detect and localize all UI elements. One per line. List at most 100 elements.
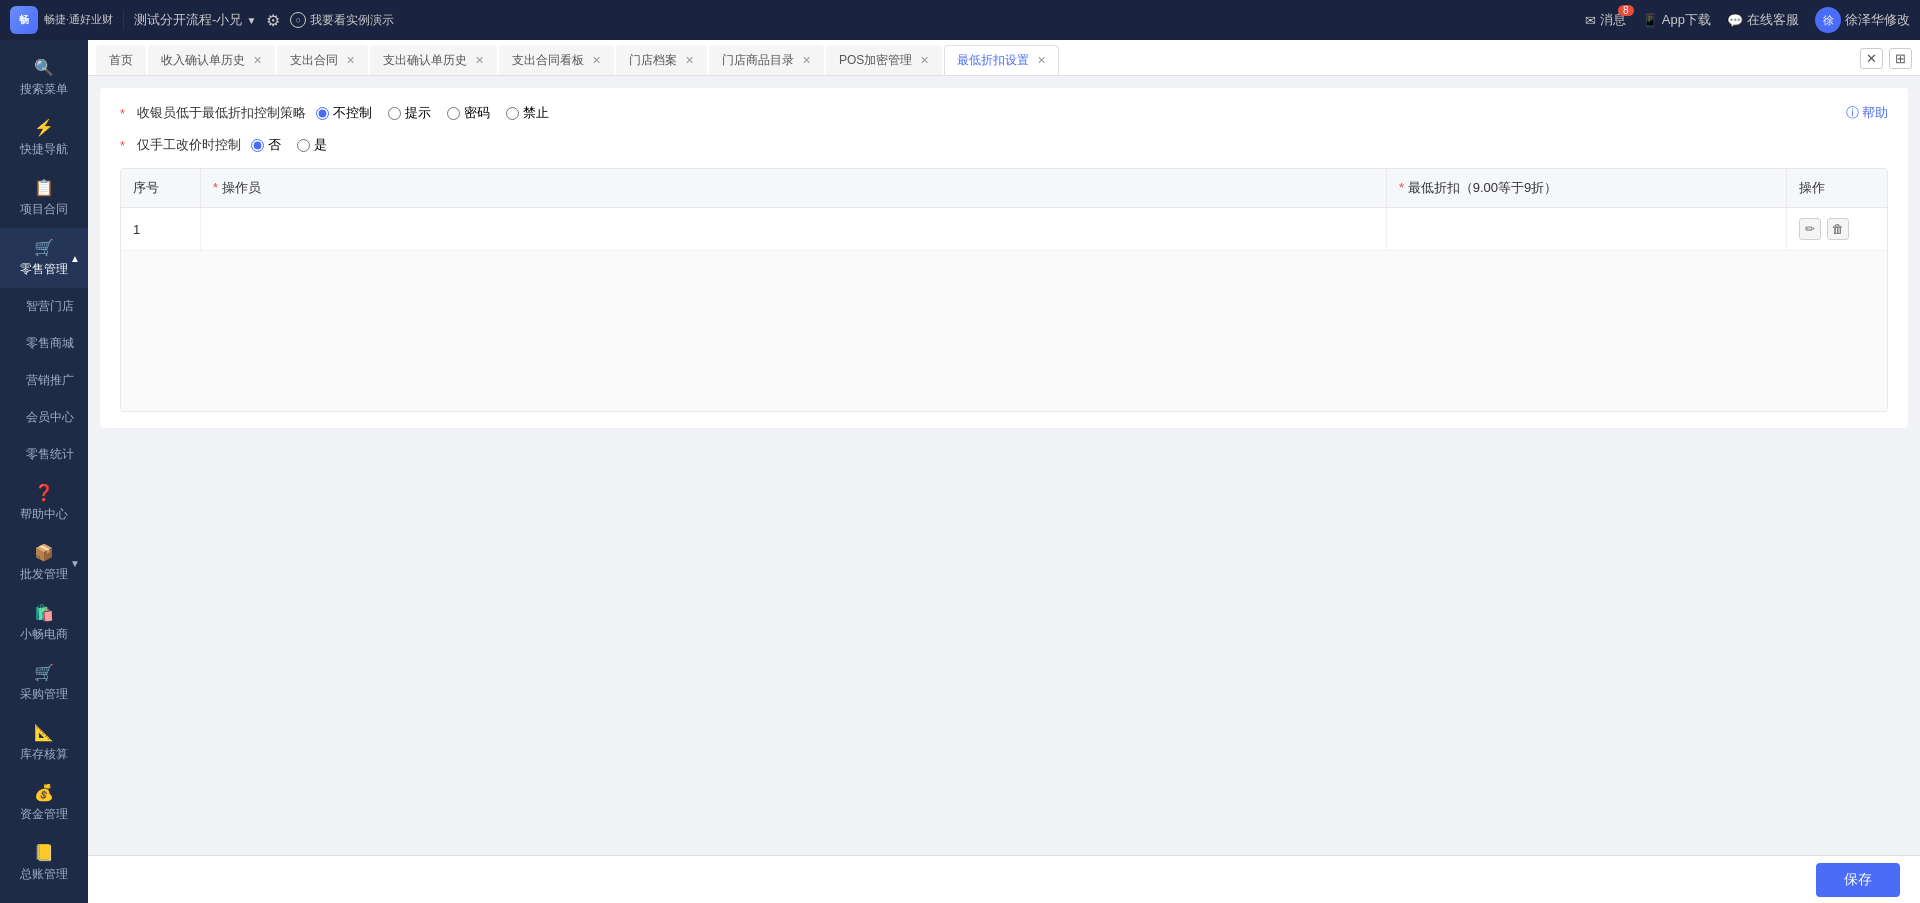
th-operator: * 操作员: [201, 169, 1387, 207]
online-service-label: 在线客服: [1747, 11, 1799, 29]
tabbar: 首页 收入确认单历史 ✕ 支出合同 ✕ 支出确认单历史 ✕ 支出合同看板 ✕: [88, 40, 1920, 76]
demo-button[interactable]: ○ 我要看实例演示: [290, 12, 394, 29]
tab-home[interactable]: 首页: [96, 45, 146, 75]
radio-no-control[interactable]: 不控制: [316, 104, 372, 122]
th-min-discount: * 最低折扣（9.00等于9折）: [1387, 169, 1787, 207]
chevron-down-icon: ▼: [246, 15, 256, 26]
sidebar-label-project-contract: 项目合同: [20, 201, 68, 218]
settings-icon[interactable]: ⚙: [266, 11, 280, 30]
sidebar-item-retail-stats[interactable]: 零售统计: [0, 436, 88, 473]
wholesale-icon: 📦: [34, 543, 54, 562]
tab-pos-password[interactable]: POS加密管理 ✕: [826, 45, 942, 75]
radio-forbid[interactable]: 禁止: [506, 104, 549, 122]
sidebar-label-marketing: 营销推广: [26, 372, 74, 389]
tab-actions: ✕ ⊞: [1860, 48, 1912, 75]
tab-store-products-close[interactable]: ✕: [802, 54, 811, 67]
chevron-down-icon: ▼: [70, 558, 80, 569]
sidebar-label-ecommerce: 小畅电商: [20, 626, 68, 643]
message-button[interactable]: ✉ 消息 8: [1585, 11, 1626, 29]
tab-min-discount[interactable]: 最低折扣设置 ✕: [944, 45, 1059, 75]
sidebar-item-smart-store[interactable]: 智营门店: [0, 288, 88, 325]
help-link[interactable]: ⓘ 帮助: [1846, 104, 1888, 122]
tab-income-history[interactable]: 收入确认单历史 ✕: [148, 45, 275, 75]
tab-close-button[interactable]: ✕: [1860, 48, 1883, 69]
td-actions-1: ✏ 🗑: [1787, 208, 1887, 250]
app-logo: 畅 畅捷·通好业财: [10, 6, 113, 34]
radio-remind-input[interactable]: [388, 107, 401, 120]
sidebar-label-shortcut: 快捷导航: [20, 141, 68, 158]
radio-manual-no-label: 否: [268, 136, 281, 154]
demo-label: 我要看实例演示: [310, 12, 394, 29]
app-download-label: App下载: [1662, 11, 1711, 29]
ledger-icon: 📒: [34, 843, 54, 862]
radio-no-control-input[interactable]: [316, 107, 329, 120]
sidebar-item-help[interactable]: ❓ 帮助中心: [0, 473, 88, 533]
sidebar-item-project-contract[interactable]: 📋 项目合同: [0, 168, 88, 228]
tab-min-discount-label: 最低折扣设置: [957, 52, 1029, 69]
tab-more-button[interactable]: ⊞: [1889, 48, 1912, 69]
radio-manual-no[interactable]: 否: [251, 136, 281, 154]
tab-home-label: 首页: [109, 52, 133, 69]
save-button[interactable]: 保存: [1816, 863, 1900, 897]
required-star-2: *: [120, 138, 125, 153]
radio-manual-yes[interactable]: 是: [297, 136, 327, 154]
sidebar-item-capital[interactable]: 💰 资金管理: [0, 773, 88, 833]
tab-payment-board-label: 支出合同看板: [512, 52, 584, 69]
radio-manual-yes-input[interactable]: [297, 139, 310, 152]
shortcut-icon: ⚡: [34, 118, 54, 137]
sidebar-item-inventory[interactable]: 📐 库存核算: [0, 713, 88, 773]
tab-payment-contract[interactable]: 支出合同 ✕: [277, 45, 368, 75]
sidebar-item-invoice[interactable]: 🧾 发票管理: [0, 893, 88, 903]
topbar-right: ✉ 消息 8 📱 App下载 💬 在线客服 徐 徐泽华修改: [1585, 7, 1910, 33]
radio-manual-no-input[interactable]: [251, 139, 264, 152]
tab-store-files[interactable]: 门店档案 ✕: [616, 45, 707, 75]
sidebar-item-search[interactable]: 🔍 搜索菜单: [0, 48, 88, 108]
app-download-button[interactable]: 📱 App下载: [1642, 11, 1711, 29]
sidebar-item-purchase[interactable]: 🛒 采购管理: [0, 653, 88, 713]
sidebar: 🔍 搜索菜单 ⚡ 快捷导航 📋 项目合同 🛒 零售管理 ▲ 智营门店 零售商城 …: [0, 40, 88, 903]
edit-row-button[interactable]: ✏: [1799, 218, 1821, 240]
sidebar-item-ecommerce[interactable]: 🛍️ 小畅电商: [0, 593, 88, 653]
project-name: 测试分开流程-小兄: [134, 11, 242, 29]
tab-payment-contract-close[interactable]: ✕: [346, 54, 355, 67]
table-header: 序号 * 操作员 * 最低折扣（9.00等于9折） 操作: [121, 169, 1887, 208]
delete-row-button[interactable]: 🗑: [1827, 218, 1849, 240]
sidebar-item-marketing[interactable]: 营销推广: [0, 362, 88, 399]
logo-text: 畅捷·通好业财: [44, 13, 113, 26]
help-circle-icon: ⓘ: [1846, 104, 1859, 122]
sidebar-item-member-center[interactable]: 会员中心: [0, 399, 88, 436]
td-operator-1: [201, 208, 1387, 250]
user-menu[interactable]: 徐 徐泽华修改: [1815, 7, 1910, 33]
radio-forbid-input[interactable]: [506, 107, 519, 120]
sidebar-item-retail-management[interactable]: 🛒 零售管理 ▲: [0, 228, 88, 288]
sidebar-item-shortcut[interactable]: ⚡ 快捷导航: [0, 108, 88, 168]
required-star-1: *: [120, 106, 125, 121]
tab-payment-board-close[interactable]: ✕: [592, 54, 601, 67]
tab-store-products[interactable]: 门店商品目录 ✕: [709, 45, 824, 75]
retail-icon: 🛒: [34, 238, 54, 257]
sidebar-item-wholesale[interactable]: 📦 批发管理 ▼: [0, 533, 88, 593]
radio-password-input[interactable]: [447, 107, 460, 120]
capital-icon: 💰: [34, 783, 54, 802]
sidebar-item-ledger[interactable]: 📒 总账管理: [0, 833, 88, 893]
th-seq: 序号: [121, 169, 201, 207]
tab-min-discount-close[interactable]: ✕: [1037, 54, 1046, 67]
radio-remind[interactable]: 提示: [388, 104, 431, 122]
sidebar-label-retail-stats: 零售统计: [26, 446, 74, 463]
search-icon: 🔍: [34, 58, 54, 77]
radio-password-label: 密码: [464, 104, 490, 122]
tab-payment-confirm-close[interactable]: ✕: [475, 54, 484, 67]
radio-password[interactable]: 密码: [447, 104, 490, 122]
tab-payment-confirm[interactable]: 支出确认单历史 ✕: [370, 45, 497, 75]
tab-store-files-close[interactable]: ✕: [685, 54, 694, 67]
tab-payment-board[interactable]: 支出合同看板 ✕: [499, 45, 614, 75]
discount-policy-label: 收银员低于最低折扣控制策略: [137, 104, 306, 122]
sidebar-item-retail-mall[interactable]: 零售商城: [0, 325, 88, 362]
main-layout: 🔍 搜索菜单 ⚡ 快捷导航 📋 项目合同 🛒 零售管理 ▲ 智营门店 零售商城 …: [0, 40, 1920, 903]
project-selector[interactable]: 测试分开流程-小兄 ▼: [134, 11, 256, 29]
topbar: 畅 畅捷·通好业财 测试分开流程-小兄 ▼ ⚙ ○ 我要看实例演示 ✉ 消息 8…: [0, 0, 1920, 40]
tab-income-history-close[interactable]: ✕: [253, 54, 262, 67]
online-service-button[interactable]: 💬 在线客服: [1727, 11, 1799, 29]
tab-pos-password-close[interactable]: ✕: [920, 54, 929, 67]
demo-circle-icon: ○: [290, 12, 306, 28]
